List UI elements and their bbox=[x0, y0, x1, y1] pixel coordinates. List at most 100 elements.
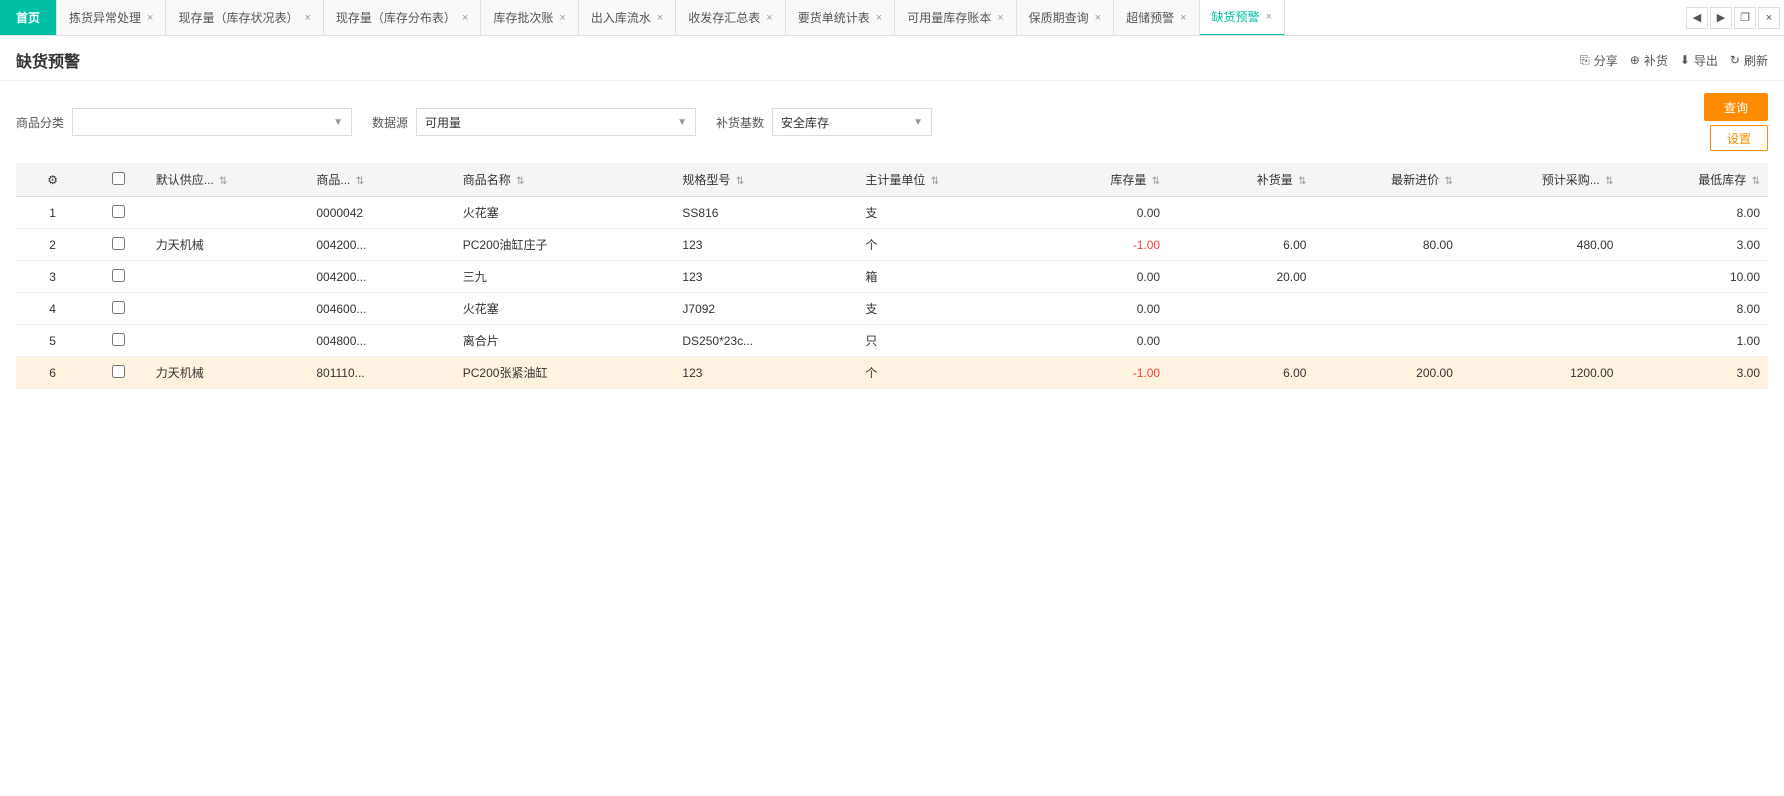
th-spec[interactable]: 规格型号 ⇅ bbox=[674, 163, 857, 197]
tab-collect-close[interactable]: × bbox=[766, 12, 772, 24]
gear-icon: ⚙ bbox=[47, 173, 58, 187]
th-minstock[interactable]: 最低库存 ⇅ bbox=[1621, 163, 1768, 197]
cell-supplier-1: 力天机械 bbox=[148, 229, 309, 261]
tab-available[interactable]: 可用量库存账本 × bbox=[895, 0, 1016, 36]
th-stock-sort-icon: ⇅ bbox=[1152, 176, 1160, 187]
tab-stock-dist-close[interactable]: × bbox=[462, 12, 468, 24]
row-checkbox-5[interactable] bbox=[112, 365, 125, 378]
row-checkbox-3[interactable] bbox=[112, 301, 125, 314]
cell-checkbox-2 bbox=[89, 261, 148, 293]
tab-nav-buttons: ◀ ▶ ❐ × bbox=[1682, 7, 1784, 29]
cell-supplier-5: 力天机械 bbox=[148, 357, 309, 389]
window-restore-button[interactable]: ❐ bbox=[1734, 7, 1756, 29]
th-minstock-sort-icon: ⇅ bbox=[1752, 176, 1760, 187]
tab-next-button[interactable]: ▶ bbox=[1710, 7, 1732, 29]
tab-overstock[interactable]: 超储预警 × bbox=[1114, 0, 1199, 36]
cell-code-2: 004200... bbox=[308, 261, 454, 293]
refresh-label: 刷新 bbox=[1744, 52, 1768, 69]
th-replenish[interactable]: 补货量 ⇅ bbox=[1168, 163, 1314, 197]
export-icon: ⬇ bbox=[1680, 53, 1690, 67]
tab-shortage[interactable]: 缺货预警 × bbox=[1200, 0, 1285, 36]
cell-stock-2: 0.00 bbox=[1022, 261, 1168, 293]
tab-home[interactable]: 首页 bbox=[0, 0, 57, 36]
cell-supplier-0 bbox=[148, 197, 309, 229]
tab-prev-button[interactable]: ◀ bbox=[1686, 7, 1708, 29]
stock-value-4: 0.00 bbox=[1137, 334, 1160, 348]
stock-value-0: 0.00 bbox=[1137, 206, 1160, 220]
th-price-sort-icon: ⇅ bbox=[1444, 176, 1452, 187]
tab-order-stats-close[interactable]: × bbox=[876, 12, 882, 24]
select-all-checkbox[interactable] bbox=[112, 172, 125, 185]
action-buttons: 查询 设置 bbox=[1704, 93, 1768, 151]
refresh-button[interactable]: ↻ 刷新 bbox=[1730, 52, 1768, 69]
th-settings[interactable]: ⚙ bbox=[16, 163, 89, 197]
tab-overstock-close[interactable]: × bbox=[1180, 12, 1186, 24]
th-supplier-sort-icon: ⇅ bbox=[219, 176, 227, 187]
filter-category-arrow-icon: ▼ bbox=[333, 117, 343, 128]
tab-overstock-label: 超储预警 bbox=[1126, 9, 1174, 26]
tab-order-stats[interactable]: 要货单统计表 × bbox=[786, 0, 895, 36]
stock-value-3: 0.00 bbox=[1137, 302, 1160, 316]
tab-collect[interactable]: 收发存汇总表 × bbox=[676, 0, 785, 36]
th-supplier[interactable]: 默认供应... ⇅ bbox=[148, 163, 309, 197]
filter-replenish-select[interactable]: 安全库存 ▼ bbox=[772, 108, 932, 136]
cell-num-0: 1 bbox=[16, 197, 89, 229]
th-unit[interactable]: 主计量单位 ⇅ bbox=[857, 163, 1021, 197]
filter-category-label: 商品分类 bbox=[16, 114, 64, 131]
tab-exception-close[interactable]: × bbox=[147, 12, 153, 24]
th-name[interactable]: 商品名称 ⇅ bbox=[455, 163, 675, 197]
tab-batch-close[interactable]: × bbox=[559, 12, 565, 24]
tab-home-label: 首页 bbox=[16, 9, 40, 26]
th-purchase-label: 预计采购... bbox=[1542, 173, 1600, 187]
filter-area: 商品分类 ▼ 数据源 可用量 ▼ 补货基数 安全库存 ▼ 查询 设置 bbox=[0, 81, 1784, 163]
query-button[interactable]: 查询 bbox=[1704, 93, 1768, 121]
page-content: 缺货预警 ⎘ 分享 ⊕ 补货 ⬇ 导出 ↻ 刷新 商品分类 bbox=[0, 36, 1784, 796]
filter-datasource-select[interactable]: 可用量 ▼ bbox=[416, 108, 696, 136]
row-checkbox-0[interactable] bbox=[112, 205, 125, 218]
tab-batch[interactable]: 库存批次账 × bbox=[481, 0, 578, 36]
cell-spec-0: SS816 bbox=[674, 197, 857, 229]
tab-exception[interactable]: 拣货异常处理 × bbox=[57, 0, 166, 36]
table-row: 6 力天机械 801110... PC200张紧油缸 123 个 -1.00 6… bbox=[16, 357, 1768, 389]
cell-replenish-2: 20.00 bbox=[1168, 261, 1314, 293]
cell-code-5: 801110... bbox=[308, 357, 454, 389]
th-code[interactable]: 商品... ⇅ bbox=[308, 163, 454, 197]
cell-checkbox-3 bbox=[89, 293, 148, 325]
th-checkbox bbox=[89, 163, 148, 197]
cell-minstock-1: 3.00 bbox=[1621, 229, 1768, 261]
cell-replenish-4 bbox=[1168, 325, 1314, 357]
tab-inout[interactable]: 出入库流水 × bbox=[579, 0, 676, 36]
row-checkbox-2[interactable] bbox=[112, 269, 125, 282]
tab-stock-status[interactable]: 现存量（库存状况表） × bbox=[166, 0, 323, 36]
filter-datasource-arrow-icon: ▼ bbox=[677, 117, 687, 128]
cell-unit-0: 支 bbox=[857, 197, 1021, 229]
cell-spec-1: 123 bbox=[674, 229, 857, 261]
cell-unit-1: 个 bbox=[857, 229, 1021, 261]
th-stock[interactable]: 库存量 ⇅ bbox=[1022, 163, 1168, 197]
tab-expiry-close[interactable]: × bbox=[1095, 12, 1101, 24]
tab-inout-close[interactable]: × bbox=[657, 12, 663, 24]
settings-button[interactable]: 设置 bbox=[1710, 125, 1768, 151]
th-price[interactable]: 最新进价 ⇅ bbox=[1314, 163, 1460, 197]
cell-num-1: 2 bbox=[16, 229, 89, 261]
th-purchase[interactable]: 预计采购... ⇅ bbox=[1461, 163, 1622, 197]
cell-replenish-1: 6.00 bbox=[1168, 229, 1314, 261]
tab-expiry[interactable]: 保质期查询 × bbox=[1017, 0, 1114, 36]
window-close-button[interactable]: × bbox=[1758, 7, 1780, 29]
cell-code-1: 004200... bbox=[308, 229, 454, 261]
replenish-label: 补货 bbox=[1644, 52, 1668, 69]
tab-stock-status-close[interactable]: × bbox=[304, 12, 310, 24]
tab-available-close[interactable]: × bbox=[997, 12, 1003, 24]
row-checkbox-1[interactable] bbox=[112, 237, 125, 250]
tab-stock-dist[interactable]: 现存量（库存分布表） × bbox=[324, 0, 481, 36]
th-unit-sort-icon: ⇅ bbox=[931, 176, 939, 187]
row-checkbox-4[interactable] bbox=[112, 333, 125, 346]
replenish-button[interactable]: ⊕ 补货 bbox=[1630, 52, 1668, 69]
th-minstock-label: 最低库存 bbox=[1698, 173, 1746, 187]
tab-shortage-close[interactable]: × bbox=[1266, 11, 1272, 23]
tab-order-stats-label: 要货单统计表 bbox=[798, 9, 870, 26]
filter-category-select[interactable]: ▼ bbox=[72, 108, 352, 136]
export-button[interactable]: ⬇ 导出 bbox=[1680, 52, 1718, 69]
table-row: 3 004200... 三九 123 箱 0.00 20.00 10.00 bbox=[16, 261, 1768, 293]
share-button[interactable]: ⎘ 分享 bbox=[1580, 52, 1618, 69]
